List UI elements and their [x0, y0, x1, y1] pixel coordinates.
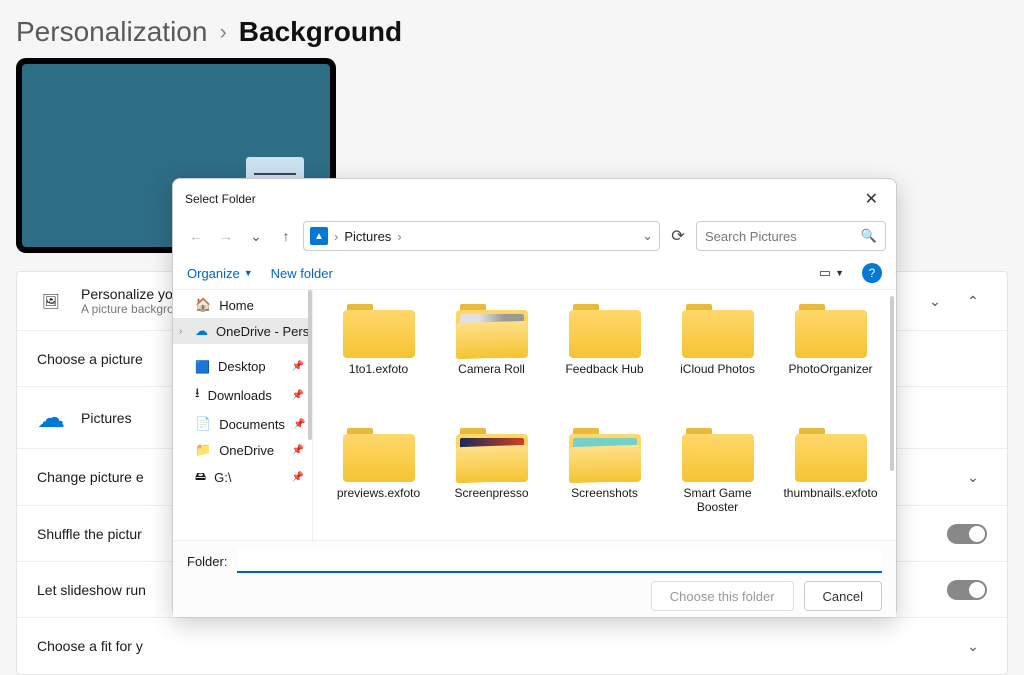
view-options-button[interactable]: ▭ ▼ — [819, 265, 844, 281]
sidebar-item-onedrive-local[interactable]: OneDrive📌 — [173, 437, 312, 463]
chevron-right-icon: › — [219, 19, 226, 45]
folder-item[interactable]: thumbnails.exfoto — [775, 424, 886, 540]
grid-scrollbar[interactable] — [890, 296, 894, 471]
folder-item[interactable]: previews.exfoto — [323, 424, 434, 540]
folder-icon — [569, 302, 641, 358]
image-icon — [37, 293, 65, 310]
search-input[interactable]: Search Pictures 🔍 — [696, 221, 886, 251]
address-bar[interactable]: ▲ › Pictures › ⌄ — [303, 221, 660, 251]
row-title: Choose a fit for y — [37, 638, 143, 654]
pin-icon: 📌 — [292, 390, 304, 401]
choose-folder-button[interactable]: Choose this folder — [651, 581, 794, 611]
folder-icon — [795, 426, 867, 482]
chevron-up-icon[interactable]: ⌃ — [959, 287, 987, 315]
chevron-down-icon: ▼ — [244, 268, 253, 278]
nav-up-button[interactable]: ↑ — [273, 223, 299, 249]
folder-grid: 1to1.exfoto Camera Roll Feedback Hub iCloud… — [313, 290, 896, 540]
folder-label: PhotoOrganizer — [788, 362, 872, 376]
select-folder-dialog: Select Folder ✕ ← → ⌄ ↑ ▲ › Pictures › ⌄… — [172, 178, 897, 618]
row-title: Change picture e — [37, 469, 144, 485]
nav-back-button[interactable]: ← — [183, 223, 209, 249]
folder-label: iCloud Photos — [680, 362, 755, 376]
folder-label: Screenpresso — [454, 486, 528, 500]
folder-name-input[interactable] — [237, 549, 882, 573]
sidebar-scrollbar[interactable] — [308, 290, 312, 440]
chevron-down-icon[interactable]: ⌄ — [959, 463, 987, 491]
folder-icon — [569, 426, 641, 482]
pin-icon: 📌 — [292, 472, 304, 483]
pictures-icon: ▲ — [310, 227, 328, 245]
fit-row[interactable]: Choose a fit for y ⌄ — [17, 618, 1007, 674]
folder-item[interactable]: 1to1.exfoto — [323, 300, 434, 420]
folder-icon — [343, 302, 415, 358]
onedrive-icon: ☁ — [37, 401, 65, 434]
pin-icon: 📌 — [292, 361, 304, 372]
folder-label: Feedback Hub — [565, 362, 643, 376]
folder-item[interactable]: iCloud Photos — [662, 300, 773, 420]
sidebar-item-downloads[interactable]: Downloads📌 — [173, 379, 312, 411]
folder-item[interactable]: Camera Roll — [436, 300, 547, 420]
row-title: Shuffle the pictur — [37, 526, 142, 542]
nav-recent-dropdown[interactable]: ⌄ — [243, 223, 269, 249]
expand-icon[interactable]: › — [179, 326, 182, 337]
chevron-down-icon[interactable]: ⌄ — [921, 287, 949, 315]
new-folder-button[interactable]: New folder — [271, 266, 333, 281]
row-title: Pictures — [81, 410, 132, 426]
folder-label: 1to1.exfoto — [349, 362, 408, 376]
chevron-down-icon[interactable]: ⌄ — [959, 632, 987, 660]
shuffle-toggle[interactable] — [947, 524, 987, 544]
folder-label: Camera Roll — [458, 362, 525, 376]
sidebar-item-gdrive[interactable]: G:\📌 — [173, 463, 312, 492]
folder-label: thumbnails.exfoto — [783, 486, 877, 500]
pin-icon: 📌 — [292, 445, 304, 456]
help-button[interactable]: ? — [862, 263, 882, 283]
folder-icon — [682, 426, 754, 482]
folder-icon — [456, 426, 528, 482]
folder-icon — [682, 302, 754, 358]
path-chevron-icon[interactable]: › — [334, 229, 338, 244]
folder-label: Screenshots — [571, 486, 638, 500]
folder-item[interactable]: PhotoOrganizer — [775, 300, 886, 420]
folder-label: Folder: — [187, 554, 227, 569]
refresh-button[interactable]: ⟳ — [664, 222, 692, 250]
folder-icon — [456, 302, 528, 358]
path-location[interactable]: Pictures — [344, 229, 391, 244]
sidebar-item-home[interactable]: Home — [173, 292, 312, 318]
organize-menu[interactable]: Organize ▼ — [187, 266, 253, 281]
row-title: Choose a picture — [37, 351, 143, 367]
folder-icon — [343, 426, 415, 482]
breadcrumb: Personalization › Background — [16, 0, 1008, 58]
slideshow-toggle[interactable] — [947, 580, 987, 600]
sidebar-item-onedrive[interactable]: ›OneDrive - Perso — [173, 318, 312, 344]
sidebar-item-documents[interactable]: Documents📌 — [173, 411, 312, 437]
folder-label: Smart Game Booster — [668, 486, 768, 515]
folder-item[interactable]: Screenshots — [549, 424, 660, 540]
search-placeholder: Search Pictures — [705, 229, 797, 244]
folder-item[interactable]: Smart Game Booster — [662, 424, 773, 540]
sidebar-item-desktop[interactable]: Desktop📌 — [173, 354, 312, 379]
path-dropdown-icon[interactable]: ⌄ — [642, 228, 653, 244]
breadcrumb-parent[interactable]: Personalization — [16, 16, 207, 48]
folder-item[interactable]: Screenpresso — [436, 424, 547, 540]
dialog-title: Select Folder — [185, 192, 256, 206]
path-chevron-icon[interactable]: › — [397, 229, 401, 244]
folder-item[interactable]: Feedback Hub — [549, 300, 660, 420]
cancel-button[interactable]: Cancel — [804, 581, 882, 611]
folder-icon — [795, 302, 867, 358]
folder-label: previews.exfoto — [337, 486, 420, 500]
close-button[interactable]: ✕ — [857, 185, 886, 213]
navigation-pane: Home ›OneDrive - Perso Desktop📌 Download… — [173, 290, 313, 540]
nav-forward-button[interactable]: → — [213, 223, 239, 249]
search-icon: 🔍 — [861, 228, 877, 244]
breadcrumb-current: Background — [239, 16, 402, 48]
pin-icon: 📌 — [293, 419, 305, 430]
row-title: Let slideshow run — [37, 582, 146, 598]
